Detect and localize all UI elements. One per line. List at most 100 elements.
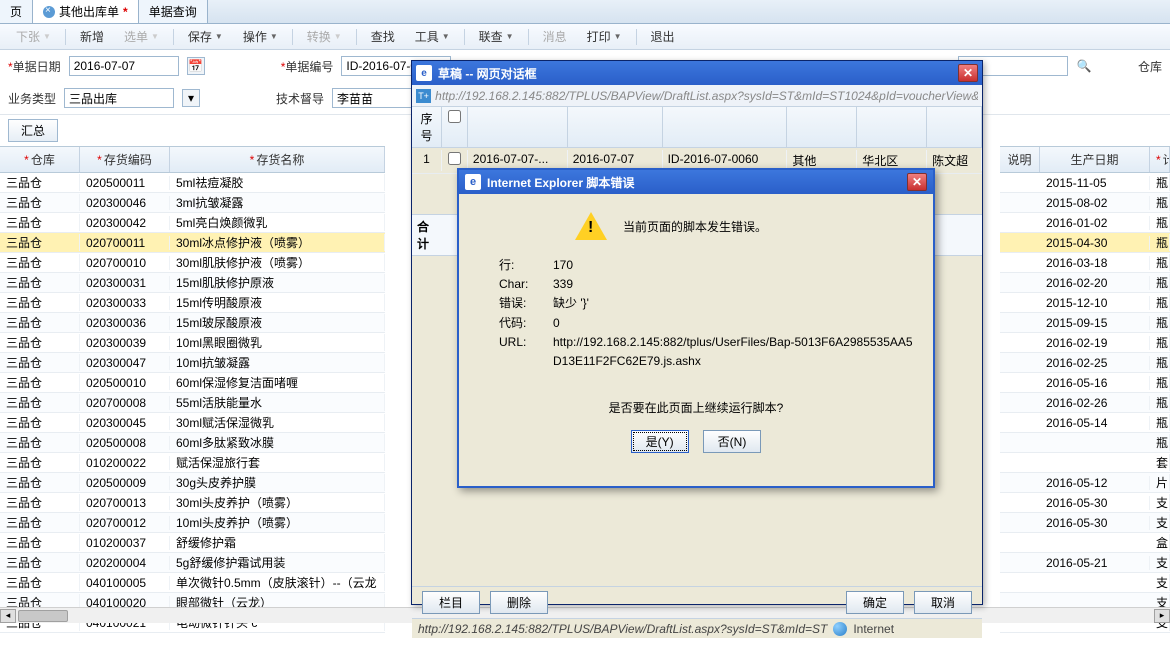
table-row[interactable]: 2016-05-30支	[1000, 513, 1170, 533]
summary-button[interactable]: 汇总	[8, 119, 58, 142]
table-row[interactable]: 2016-02-25瓶	[1000, 353, 1170, 373]
draft-col-d[interactable]	[787, 107, 857, 147]
date-input[interactable]	[69, 56, 179, 76]
col-inv-code[interactable]: *存货编码	[80, 147, 170, 172]
table-row[interactable]: 三品仓02030003615ml玻尿酸原液	[0, 313, 385, 333]
table-row[interactable]: 三品仓0203000463ml抗皱凝露	[0, 193, 385, 213]
table-row[interactable]: 2016-05-16瓶	[1000, 373, 1170, 393]
col-prod-date[interactable]: 生产日期	[1040, 147, 1150, 172]
columns-button[interactable]: 栏目	[422, 591, 480, 614]
table-row[interactable]: 2015-08-02瓶	[1000, 193, 1170, 213]
table-row[interactable]: 支	[1000, 573, 1170, 593]
table-row[interactable]: 三品仓040100005单次微针0.5mm（皮肤滚针）--（云龙	[0, 573, 385, 593]
draft-col-seq[interactable]: 序号	[412, 107, 442, 147]
date-picker-icon[interactable]: 📅	[187, 57, 205, 75]
internet-zone-icon	[833, 622, 847, 636]
table-row[interactable]: 2016-01-02瓶	[1000, 213, 1170, 233]
draft-col-c[interactable]	[663, 107, 788, 147]
table-row[interactable]: 2016-02-19瓶	[1000, 333, 1170, 353]
table-row[interactable]: 2016-05-30支	[1000, 493, 1170, 513]
col-warehouse[interactable]: *仓库	[0, 147, 80, 172]
draft-url-bar: T+ http://192.168.2.145:882/TPLUS/BAPVie…	[412, 85, 982, 107]
yes-button[interactable]: 是(Y)	[631, 430, 689, 453]
table-row[interactable]: 三品仓02030003115ml肌肤修护原液	[0, 273, 385, 293]
table-row[interactable]: 三品仓02070001130ml冰点修护液（喷雾）	[0, 233, 385, 253]
table-row[interactable]: 三品仓010200022赋活保湿旅行套	[0, 453, 385, 473]
error-title-bar[interactable]: e Internet Explorer 脚本错误 ✕	[459, 170, 933, 194]
table-row[interactable]: 瓶	[1000, 433, 1170, 453]
close-tab-icon[interactable]	[43, 6, 55, 18]
table-row[interactable]: 三品仓02030004710ml抗皱凝露	[0, 353, 385, 373]
delete-button[interactable]: 删除	[490, 591, 548, 614]
col-inv-name[interactable]: *存货名称	[170, 147, 385, 172]
tab-prev[interactable]: 页	[0, 0, 33, 23]
col-unit[interactable]: *计	[1150, 147, 1170, 172]
draft-col-e[interactable]	[857, 107, 927, 147]
draft-col-check[interactable]	[442, 107, 468, 147]
url-icon: T+	[416, 89, 431, 103]
table-row[interactable]: 盒	[1000, 533, 1170, 553]
scroll-right-icon[interactable]: ▸	[1154, 609, 1170, 623]
cancel-button[interactable]: 取消	[914, 591, 972, 614]
exit-button[interactable]: 退出	[643, 26, 683, 47]
table-row[interactable]: 套	[1000, 453, 1170, 473]
biztype-select[interactable]	[64, 88, 174, 108]
table-row[interactable]: 三品仓0203000425ml亮白焕颜微乳	[0, 213, 385, 233]
ok-button[interactable]: 确定	[846, 591, 904, 614]
table-row[interactable]: 三品仓02030003315ml传明酸原液	[0, 293, 385, 313]
table-row[interactable]: 三品仓02070000855ml活肤能量水	[0, 393, 385, 413]
operate-button[interactable]: 操作▼	[235, 26, 286, 47]
close-icon[interactable]: ✕	[907, 173, 927, 191]
cell-unit: 瓶	[1150, 394, 1170, 411]
draft-row-checkbox[interactable]	[448, 152, 461, 165]
table-row[interactable]: 2016-05-21支	[1000, 553, 1170, 573]
table-row[interactable]: 2015-04-30瓶	[1000, 233, 1170, 253]
table-row[interactable]: 2016-02-26瓶	[1000, 393, 1170, 413]
table-row[interactable]: 2016-05-14瓶	[1000, 413, 1170, 433]
cell-inv-name: 15ml玻尿酸原液	[170, 314, 385, 331]
table-row[interactable]: 三品仓02050001060ml保湿修复洁面啫喱	[0, 373, 385, 393]
table-row[interactable]: 三品仓0202000045g舒缓修护霜试用装	[0, 553, 385, 573]
close-icon[interactable]: ✕	[958, 64, 978, 82]
col-desc[interactable]: 说明	[1000, 147, 1040, 172]
table-row[interactable]: 三品仓010200037舒缓修护霜	[0, 533, 385, 553]
tab-doc-query[interactable]: 单据查询	[139, 0, 208, 23]
table-row[interactable]: 三品仓02070001210ml头皮养护（喷雾）	[0, 513, 385, 533]
table-row[interactable]: 三品仓0205000115ml祛痘凝胶	[0, 173, 385, 193]
draft-title-bar[interactable]: e 草稿 -- 网页对话框 ✕	[412, 61, 982, 85]
table-row[interactable]: 2015-09-15瓶	[1000, 313, 1170, 333]
next-doc-button[interactable]: 下张▼	[8, 26, 59, 47]
table-row[interactable]: 三品仓02030003910ml黑眼圈微乳	[0, 333, 385, 353]
new-button[interactable]: 新增	[72, 26, 112, 47]
linked-query-button[interactable]: 联查▼	[471, 26, 522, 47]
message-button[interactable]: 消息	[535, 26, 575, 47]
table-row[interactable]: 三品仓02070001330ml头皮养护（喷雾）	[0, 493, 385, 513]
table-row[interactable]: 三品仓02050000930g头皮养护膜	[0, 473, 385, 493]
select-doc-button[interactable]: 选单▼	[116, 26, 167, 47]
search-icon[interactable]: 🔍	[1076, 58, 1092, 74]
table-row[interactable]: 2015-12-10瓶	[1000, 293, 1170, 313]
table-row[interactable]: 三品仓02050000860ml多肽紧致冰膜	[0, 433, 385, 453]
table-row[interactable]: 2016-05-12片	[1000, 473, 1170, 493]
tools-button[interactable]: 工具▼	[407, 26, 458, 47]
table-row[interactable]: 2016-03-18瓶	[1000, 253, 1170, 273]
draft-col-b[interactable]	[568, 107, 663, 147]
scroll-thumb[interactable]	[18, 610, 68, 622]
cell-inv-code: 020700008	[80, 396, 170, 410]
cell-warehouse: 三品仓	[0, 534, 80, 551]
draft-check-all[interactable]	[448, 110, 461, 123]
no-button[interactable]: 否(N)	[703, 430, 762, 453]
scroll-left-icon[interactable]: ◂	[0, 609, 16, 623]
table-row[interactable]: 三品仓02030004530ml赋活保湿微乳	[0, 413, 385, 433]
print-button[interactable]: 打印▼	[579, 26, 630, 47]
biztype-dropdown-icon[interactable]: ▾	[182, 89, 200, 107]
search-button[interactable]: 查找	[363, 26, 403, 47]
draft-col-a[interactable]	[468, 107, 568, 147]
table-row[interactable]: 2015-11-05瓶	[1000, 173, 1170, 193]
table-row[interactable]: 2016-02-20瓶	[1000, 273, 1170, 293]
save-button[interactable]: 保存▼	[180, 26, 231, 47]
tab-other-outbound[interactable]: 其他出库单 *	[33, 0, 139, 23]
table-row[interactable]: 三品仓02070001030ml肌肤修护液（喷雾）	[0, 253, 385, 273]
convert-button[interactable]: 转换▼	[299, 26, 350, 47]
draft-col-f[interactable]	[927, 107, 982, 147]
